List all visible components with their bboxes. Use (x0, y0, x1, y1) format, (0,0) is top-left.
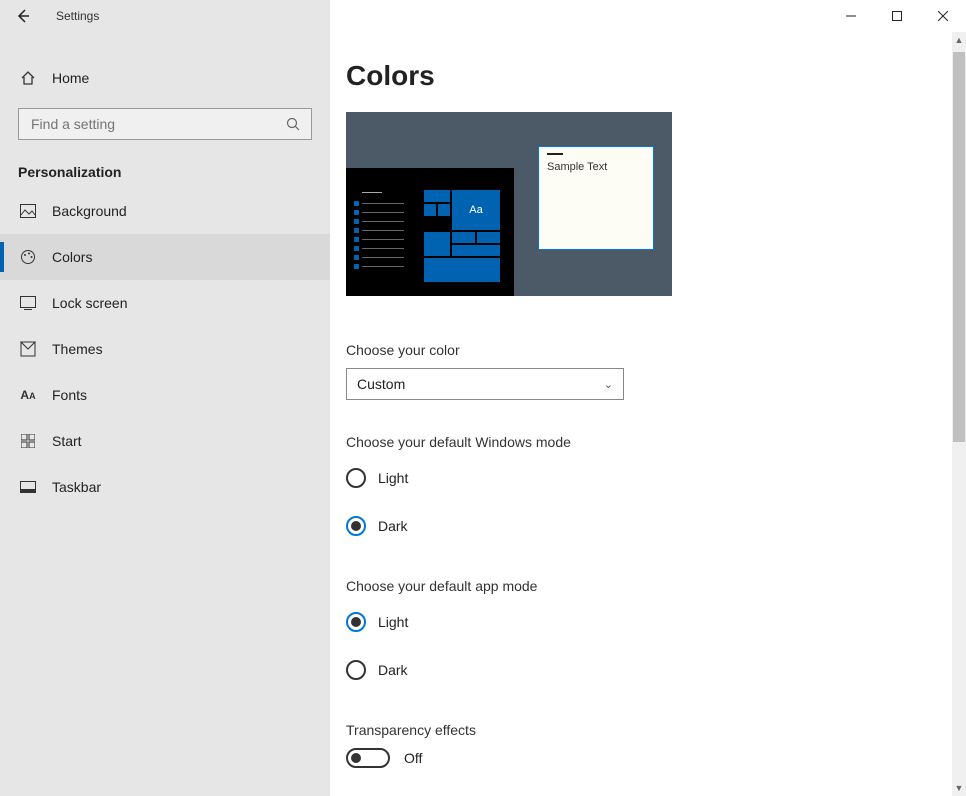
search-input[interactable] (29, 115, 285, 133)
page-title: Colors (346, 60, 952, 92)
search-icon (285, 116, 301, 132)
radio-label: Light (378, 470, 408, 486)
radio-icon (346, 612, 366, 632)
chevron-down-icon: ⌄ (604, 378, 613, 391)
transparency-value: Off (404, 750, 422, 766)
sidebar: Home Personalization Background Colors L… (0, 32, 330, 796)
picture-icon (18, 204, 38, 218)
windows-mode-light[interactable]: Light (346, 460, 952, 496)
sidebar-item-label: Colors (52, 249, 92, 265)
preview-window: Sample Text (538, 146, 654, 250)
home-label: Home (52, 70, 89, 86)
sidebar-item-label: Background (52, 203, 127, 219)
preview-tile-aa: Aa (452, 190, 500, 230)
scroll-up-icon[interactable]: ▲ (952, 32, 966, 48)
home-nav[interactable]: Home (0, 54, 330, 102)
radio-icon (346, 660, 366, 680)
radio-label: Dark (378, 518, 408, 534)
scrollbar-thumb[interactable] (953, 52, 965, 442)
search-box[interactable] (18, 108, 312, 140)
main-content: ▲ ▼ Colors Sample Text (330, 32, 966, 796)
sidebar-item-themes[interactable]: Themes (0, 326, 330, 372)
choose-color-value: Custom (357, 376, 405, 392)
arrow-left-icon (15, 8, 31, 24)
section-header: Personalization (0, 140, 330, 188)
app-mode-label: Choose your default app mode (346, 578, 952, 594)
color-preview: Sample Text (346, 112, 672, 296)
sidebar-item-label: Fonts (52, 387, 87, 403)
app-mode-light[interactable]: Light (346, 604, 952, 640)
radio-icon (346, 468, 366, 488)
sidebar-item-label: Lock screen (52, 295, 127, 311)
themes-icon (18, 341, 38, 357)
scroll-down-icon[interactable]: ▼ (952, 780, 966, 796)
transparency-toggle[interactable] (346, 748, 390, 768)
sidebar-item-lock-screen[interactable]: Lock screen (0, 280, 330, 326)
radio-label: Light (378, 614, 408, 630)
windows-mode-label: Choose your default Windows mode (346, 434, 952, 450)
preview-sample-text: Sample Text (547, 161, 645, 173)
scrollbar[interactable]: ▲ ▼ (952, 32, 966, 796)
home-icon (18, 70, 38, 86)
taskbar-icon (18, 481, 38, 493)
choose-color-dropdown[interactable]: Custom ⌄ (346, 368, 624, 400)
sidebar-item-colors[interactable]: Colors (0, 234, 330, 280)
sidebar-item-label: Start (52, 433, 82, 449)
start-icon (18, 434, 38, 448)
radio-icon (346, 516, 366, 536)
sidebar-item-background[interactable]: Background (0, 188, 330, 234)
sidebar-item-fonts[interactable]: AA Fonts (0, 372, 330, 418)
palette-icon (18, 249, 38, 265)
sidebar-item-taskbar[interactable]: Taskbar (0, 464, 330, 510)
sidebar-item-start[interactable]: Start (0, 418, 330, 464)
back-button[interactable] (0, 0, 46, 32)
fonts-icon: AA (18, 388, 38, 402)
transparency-label: Transparency effects (346, 722, 952, 738)
radio-label: Dark (378, 662, 408, 678)
app-mode-dark[interactable]: Dark (346, 652, 952, 688)
window-title: Settings (46, 9, 99, 23)
choose-color-label: Choose your color (346, 342, 952, 358)
windows-mode-dark[interactable]: Dark (346, 508, 952, 544)
sidebar-item-label: Themes (52, 341, 103, 357)
sidebar-item-label: Taskbar (52, 479, 101, 495)
lock-screen-icon (18, 296, 38, 310)
